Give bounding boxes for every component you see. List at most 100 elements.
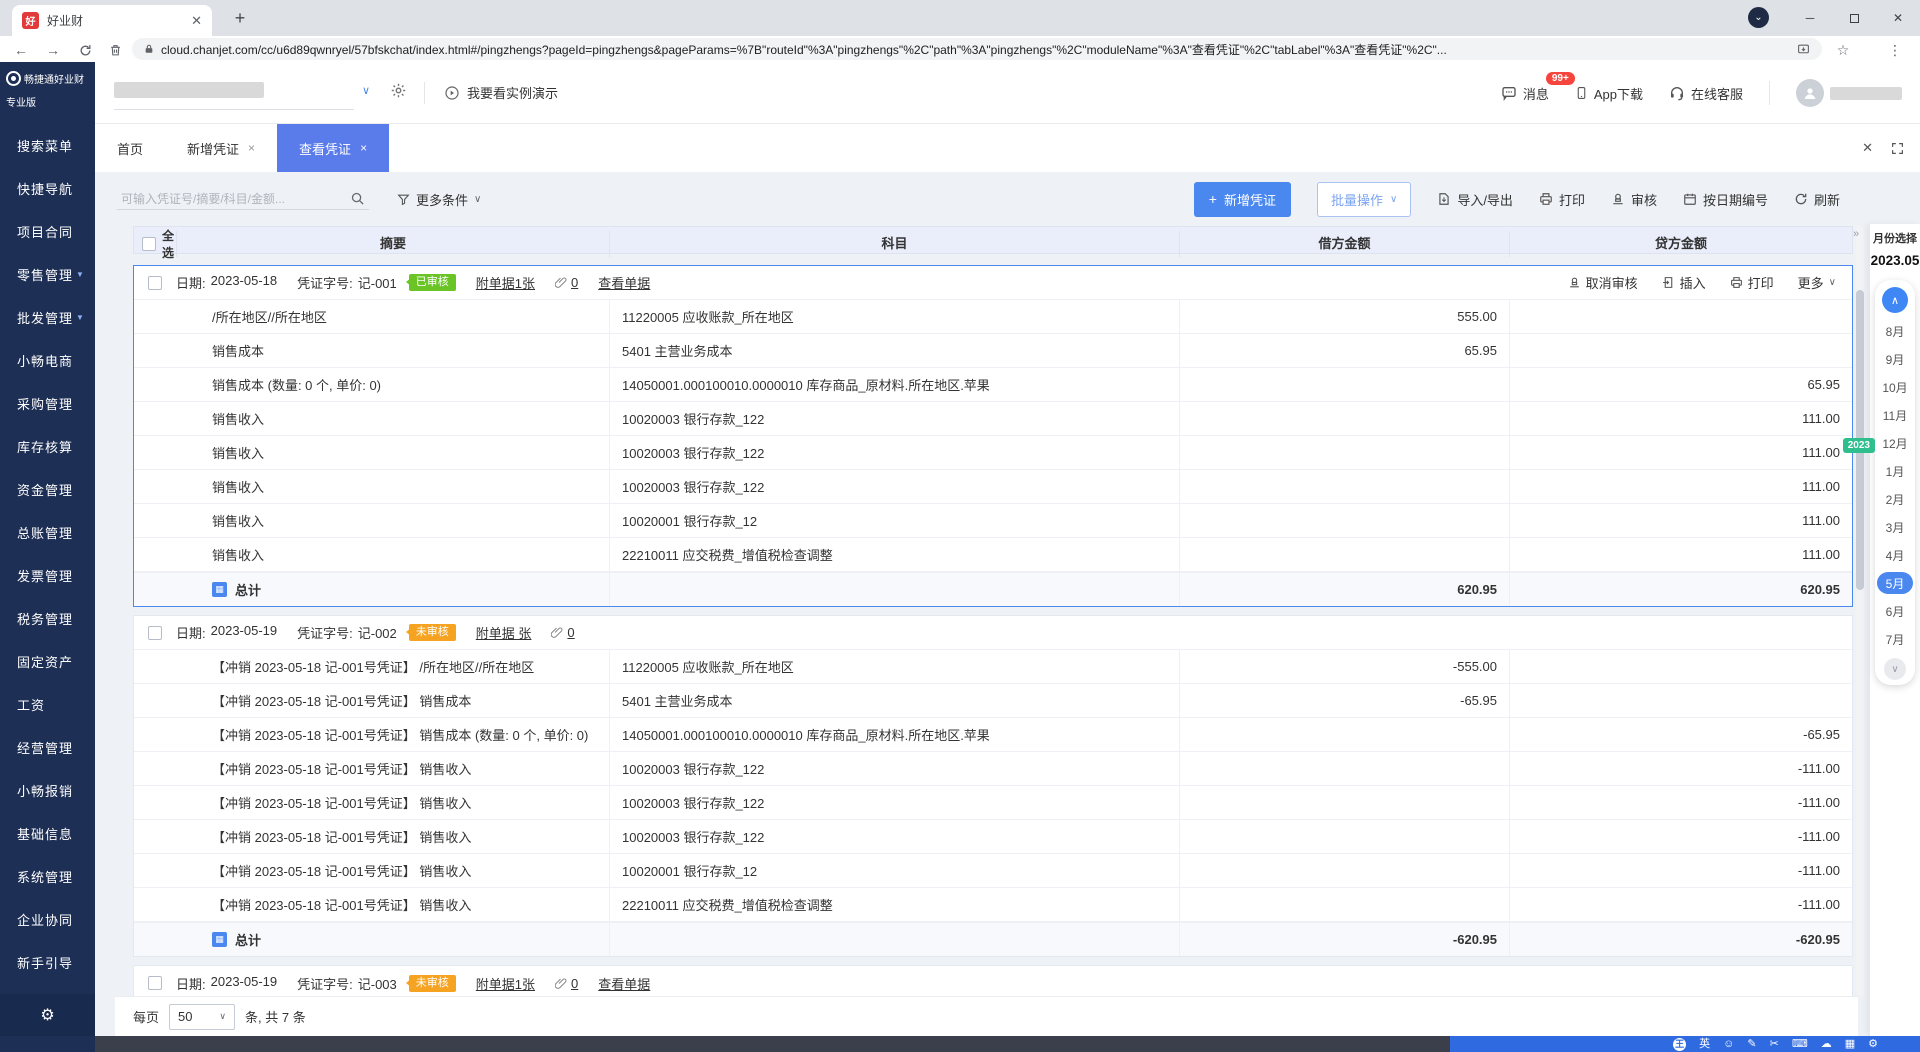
window-close-button[interactable]: ✕ xyxy=(1876,0,1920,36)
more-filters-button[interactable]: 更多条件 ∨ xyxy=(397,190,481,209)
messages-button[interactable]: 消息 99+ xyxy=(1501,71,1575,103)
browser-update-icon[interactable]: ⌄ xyxy=(1748,7,1769,28)
voucher-line-row[interactable]: 销售收入 10020003 银行存款_122 111.00 xyxy=(134,470,1852,504)
sidebar-item[interactable]: 固定资产 xyxy=(0,640,95,683)
voucher-checkbox[interactable] xyxy=(148,976,162,990)
view-doc-link[interactable]: 查看单据 xyxy=(598,273,650,292)
ime-wang-icon[interactable]: 王 xyxy=(1673,1037,1687,1051)
window-maximize-button[interactable] xyxy=(1832,0,1876,36)
ime-emoji-icon[interactable]: ☺ xyxy=(1723,1038,1734,1050)
browser-tab[interactable]: 好 好业财 ✕ xyxy=(12,5,212,36)
workspace-tab[interactable]: 新增凭证 × xyxy=(165,124,277,172)
voucher-line-row[interactable]: 销售收入 10020001 银行存款_12 111.00 xyxy=(134,504,1852,538)
attachment-count-link[interactable]: 0 xyxy=(571,275,578,290)
sidebar-item[interactable]: 总账管理 xyxy=(0,511,95,554)
voucher-line-row[interactable]: 销售收入 10020003 银行存款_122 111.00 xyxy=(134,402,1852,436)
close-all-tabs-icon[interactable]: ✕ xyxy=(1862,140,1873,156)
forward-icon[interactable]: → xyxy=(42,39,64,61)
ime-handwriting-icon[interactable]: ✎ xyxy=(1747,1038,1756,1050)
scroll-months-down-icon[interactable]: ∨ xyxy=(1884,658,1906,680)
demo-link[interactable]: 我要看实例演示 xyxy=(444,83,558,102)
attached-docs-link[interactable]: 附单据1张 xyxy=(476,273,535,292)
tab-close-icon[interactable]: × xyxy=(360,141,367,155)
company-chevron-down-icon[interactable]: ∨ xyxy=(362,84,370,97)
print-voucher-button[interactable]: 打印 xyxy=(1730,273,1774,292)
attached-docs-link[interactable]: 附单据1张 xyxy=(476,974,535,993)
user-account[interactable] xyxy=(1796,79,1902,107)
view-doc-link[interactable]: 查看单据 xyxy=(598,974,650,993)
voucher-line-row[interactable]: 销售成本 5401 主营业务成本 65.95 xyxy=(134,334,1852,368)
ime-keyboard-icon[interactable]: ⌨ xyxy=(1792,1038,1808,1050)
print-button[interactable]: 打印 xyxy=(1539,190,1585,209)
new-tab-button[interactable]: + xyxy=(228,6,252,30)
voucher-line-row[interactable]: /所在地区//所在地区 11220005 应收账款_所在地区 555.00 xyxy=(134,300,1852,334)
tab-close-icon[interactable]: ✕ xyxy=(191,13,202,29)
ime-settings-icon[interactable]: ⚙ xyxy=(1868,1038,1878,1050)
batch-operations-button[interactable]: 批量操作 ∨ xyxy=(1316,181,1412,217)
sidebar-item[interactable]: 搜索菜单 xyxy=(0,124,95,167)
audit-button[interactable]: 审核 xyxy=(1611,190,1657,209)
sidebar-item[interactable]: 小畅电商 xyxy=(0,339,95,382)
sidebar-item[interactable]: 系统管理 xyxy=(0,855,95,898)
add-voucher-button[interactable]: + 新增凭证 xyxy=(1193,181,1291,217)
sidebar-item[interactable]: 基础信息 xyxy=(0,812,95,855)
fullscreen-icon[interactable] xyxy=(1891,142,1904,155)
voucher-line-row[interactable]: 【冲销 2023-05-18 记-001号凭证】 销售成本 (数量: 0 个, … xyxy=(134,718,1852,752)
voucher-search[interactable] xyxy=(117,188,369,210)
month-item[interactable]: 11月 xyxy=(1877,401,1913,429)
attachment-count-link[interactable]: 0 xyxy=(567,625,574,640)
voucher-line-row[interactable]: 【冲销 2023-05-18 记-001号凭证】 销售收入 10020003 银行… xyxy=(134,820,1852,854)
attached-docs-link[interactable]: 附单据 张 xyxy=(476,623,532,642)
ime-english-icon[interactable]: 英 xyxy=(1699,1038,1710,1050)
month-item[interactable]: 7月 xyxy=(1877,625,1913,653)
voucher-line-row[interactable]: 【冲销 2023-05-18 记-001号凭证】 销售收入 10020001 银行… xyxy=(134,854,1852,888)
sidebar-item[interactable]: 资金管理 xyxy=(0,468,95,511)
month-item[interactable]: 3月 xyxy=(1877,513,1913,541)
month-item[interactable]: 5月 xyxy=(1877,572,1913,594)
sidebar-item[interactable]: 零售管理 ▼ xyxy=(0,253,95,296)
attachment-count-link[interactable]: 0 xyxy=(571,976,578,991)
number-by-date-button[interactable]: 按日期编号 xyxy=(1683,190,1768,209)
ime-screenshot-icon[interactable]: ✂ xyxy=(1770,1038,1779,1050)
window-minimize-button[interactable]: ─ xyxy=(1788,0,1832,36)
panel-collapse-icon[interactable]: » xyxy=(1853,228,1859,240)
voucher-line-row[interactable]: 【冲销 2023-05-18 记-001号凭证】 销售收入 10020003 银行… xyxy=(134,752,1852,786)
sidebar-item[interactable]: 采购管理 xyxy=(0,382,95,425)
cancel-audit-button[interactable]: 取消审核 xyxy=(1568,273,1638,292)
voucher-line-row[interactable]: 销售成本 (数量: 0 个, 单价: 0) 14050001.000100010.… xyxy=(134,368,1852,402)
sidebar-item[interactable]: 快捷导航 xyxy=(0,167,95,210)
month-item[interactable]: 4月 xyxy=(1877,541,1913,569)
sidebar-item[interactable]: 发票管理 xyxy=(0,554,95,597)
app-download-button[interactable]: App下载 xyxy=(1575,84,1643,103)
voucher-line-row[interactable]: 【冲销 2023-05-18 记-001号凭证】 销售收入 22210011 应交… xyxy=(134,888,1852,922)
sidebar-item[interactable]: 项目合同 xyxy=(0,210,95,253)
month-item[interactable]: 10月 xyxy=(1877,373,1913,401)
month-item[interactable]: 6月 xyxy=(1877,597,1913,625)
voucher-line-row[interactable]: 【冲销 2023-05-18 记-001号凭证】 销售成本 5401 主营业务成本… xyxy=(134,684,1852,718)
reload-icon[interactable] xyxy=(74,39,96,61)
voucher-checkbox[interactable] xyxy=(148,275,162,290)
ime-cloud-icon[interactable]: ☁ xyxy=(1821,1038,1832,1050)
company-selector[interactable] xyxy=(114,76,354,110)
per-page-select[interactable]: 50 ∨ xyxy=(169,1003,236,1030)
sidebar-item[interactable]: 税务管理 xyxy=(0,597,95,640)
sidebar-item[interactable]: 企业协同 xyxy=(0,898,95,941)
list-scrollbar[interactable] xyxy=(1856,226,1864,996)
voucher-checkbox[interactable] xyxy=(148,625,162,640)
sidebar-item[interactable]: 小畅报销 xyxy=(0,769,95,812)
voucher-line-row[interactable]: 销售收入 10020003 银行存款_122 111.00 xyxy=(134,436,1852,470)
bookmark-star-icon[interactable]: ☆ xyxy=(1832,39,1854,61)
sidebar-item[interactable]: 经营管理 xyxy=(0,726,95,769)
sidebar-item[interactable]: 新手引导 xyxy=(0,941,95,984)
back-icon[interactable]: ← xyxy=(10,39,32,61)
sidebar-item[interactable]: 批发管理 ▼ xyxy=(0,296,95,339)
ime-apps-icon[interactable]: ▦ xyxy=(1845,1038,1855,1050)
voucher-line-row[interactable]: 【冲销 2023-05-18 记-001号凭证】 /所在地区//所在地区 1122… xyxy=(134,650,1852,684)
scroll-months-up-icon[interactable]: ∧ xyxy=(1882,287,1908,313)
install-app-icon[interactable] xyxy=(1797,43,1810,56)
import-export-button[interactable]: 导入/导出 xyxy=(1437,190,1513,209)
tab-close-icon[interactable]: × xyxy=(248,141,255,155)
search-input[interactable] xyxy=(121,191,350,206)
settings-gear-icon[interactable] xyxy=(390,82,407,99)
insert-button[interactable]: 插入 xyxy=(1662,273,1706,292)
